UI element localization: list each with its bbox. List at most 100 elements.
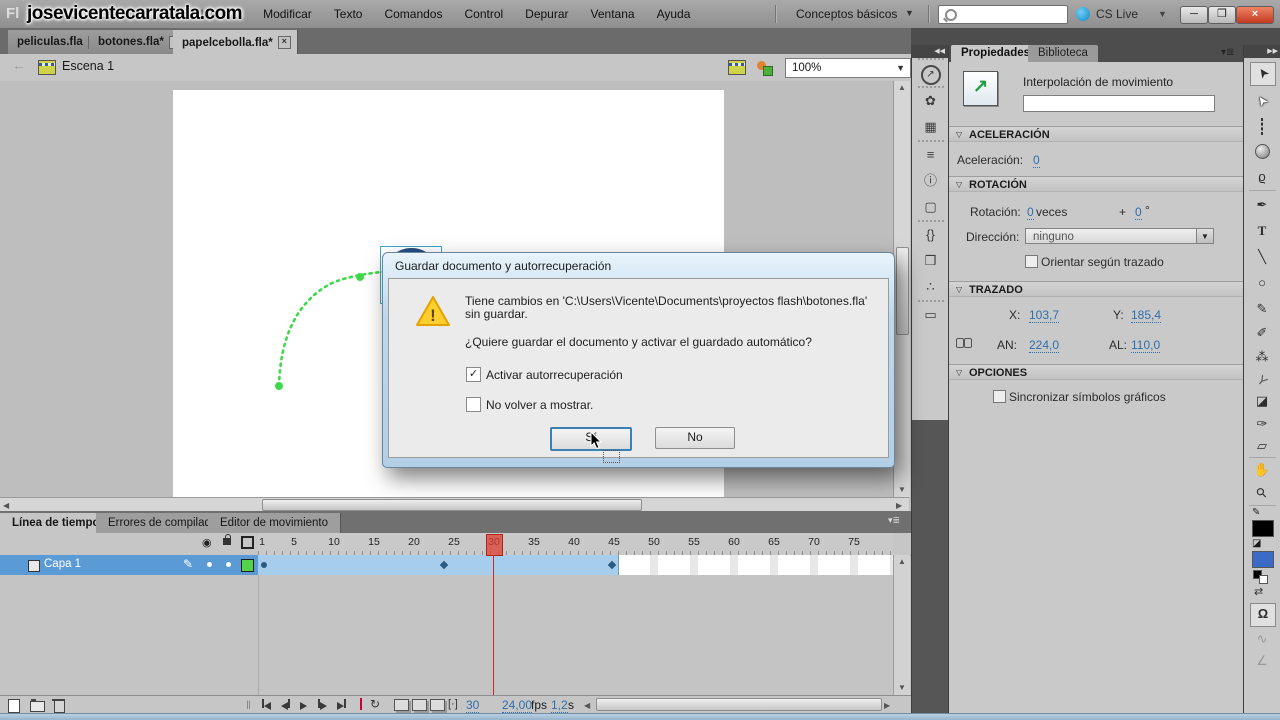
selection-tool[interactable]: ➤ <box>1250 62 1276 86</box>
project-panel-icon[interactable]: ▭ <box>912 302 949 328</box>
snap-to-objects-toggle[interactable]: Ω <box>1250 603 1276 627</box>
panel-menu-icon[interactable]: ▾≣ <box>1221 47 1234 58</box>
lock-column-icon[interactable] <box>223 538 231 545</box>
scroll-up-icon[interactable]: ▲ <box>894 83 910 92</box>
collapse-triangle-icon[interactable]: ▽ <box>956 127 962 143</box>
step-back-button[interactable] <box>281 699 290 713</box>
layer-visible-dot[interactable] <box>207 562 212 567</box>
onion-skin-button[interactable] <box>394 699 409 711</box>
color-panel-icon[interactable]: ✿ <box>912 88 949 114</box>
eyedropper-tool[interactable]: ✑ <box>1250 413 1274 435</box>
oval-tool[interactable]: ○ <box>1250 272 1274 294</box>
motion-tween-span[interactable] <box>258 555 619 575</box>
orientar-checkbox[interactable] <box>1025 255 1038 268</box>
workspace-switcher[interactable]: Conceptos básicos <box>796 0 897 28</box>
onion-outlines-button[interactable] <box>412 699 427 711</box>
paint-bucket-tool[interactable]: ◪ <box>1250 390 1274 412</box>
minimize-button[interactable]: ─ <box>1180 6 1208 24</box>
chevron-down-icon[interactable]: ▼ <box>1158 9 1167 19</box>
collapse-triangle-icon[interactable]: ▽ <box>956 282 962 298</box>
3d-rotation-tool[interactable] <box>1250 140 1274 162</box>
x-value[interactable]: 103,7 <box>1029 308 1060 323</box>
timeline-vertical-scrollbar[interactable]: ▲ ▼ <box>893 555 910 695</box>
swap-colors-button[interactable]: ⇄ <box>1254 585 1263 598</box>
layer-outline-color[interactable] <box>241 559 254 572</box>
line-tool[interactable]: ╲ <box>1250 246 1274 268</box>
menu-control[interactable]: Control <box>453 0 514 28</box>
spray-brush-tool[interactable]: ⁂ <box>1250 346 1274 368</box>
section-opciones[interactable]: ▽ OPCIONES <box>949 364 1244 380</box>
scroll-down-icon[interactable]: ▼ <box>894 683 910 692</box>
sincronizar-checkbox[interactable] <box>993 390 1006 403</box>
lasso-tool[interactable]: ϱ <box>1250 166 1274 188</box>
current-frame-value[interactable]: 30 <box>466 698 480 713</box>
section-trazado[interactable]: ▽ TRAZADO <box>949 281 1244 297</box>
free-transform-tool[interactable] <box>1250 116 1274 138</box>
play-button[interactable] <box>300 699 307 713</box>
scrollbar-thumb[interactable] <box>262 499 642 511</box>
brush-tool[interactable]: ✐ <box>1250 322 1274 344</box>
new-layer-button[interactable] <box>8 699 20 713</box>
text-tool[interactable]: T <box>1250 220 1274 242</box>
elapsed-time-value[interactable]: 1,2 <box>551 698 568 713</box>
height-value[interactable]: 110,0 <box>1131 338 1161 353</box>
keyframe-dot[interactable] <box>261 562 267 568</box>
aceleracion-value[interactable]: 0 <box>1033 153 1040 168</box>
go-last-frame-button[interactable] <box>337 699 346 713</box>
angle-value[interactable]: 0 <box>1135 205 1142 220</box>
go-first-frame-button[interactable] <box>262 699 271 713</box>
tab-papelcebolla[interactable]: papelcebolla.fla* × <box>173 30 298 55</box>
frame-rate-value[interactable]: 24,00 <box>502 698 533 713</box>
stage-horizontal-scrollbar[interactable]: ◀ ▶ <box>0 497 909 511</box>
back-arrow-icon[interactable]: ← <box>12 57 26 73</box>
menu-texto[interactable]: Texto <box>323 0 374 28</box>
swatches-panel-icon[interactable]: ▦ <box>912 114 949 140</box>
motion-editor-panel-icon[interactable]: ∴ <box>912 274 949 300</box>
stroke-color-swatch[interactable] <box>1252 520 1274 537</box>
no-button[interactable]: No <box>655 427 735 449</box>
playhead-marker[interactable] <box>486 534 503 556</box>
tab-biblioteca[interactable]: Biblioteca <box>1028 45 1098 62</box>
collapse-triangle-icon[interactable]: ▽ <box>956 365 962 381</box>
chevron-down-icon[interactable]: ▼ <box>905 8 914 18</box>
menu-ventana[interactable]: Ventana <box>580 0 646 28</box>
rotacion-value[interactable]: 0 <box>1027 205 1034 220</box>
eraser-tool[interactable]: ▱ <box>1250 435 1274 457</box>
layer-capa1[interactable]: Capa 1 ✎ <box>0 555 258 575</box>
instance-name-input[interactable] <box>1023 95 1215 112</box>
timeline-scrollbar-thumb[interactable] <box>596 698 882 711</box>
loop-button[interactable]: ↻ <box>370 697 380 711</box>
search-input[interactable] <box>938 5 1068 24</box>
direccion-dropdown[interactable]: ninguno <box>1025 228 1197 244</box>
components-panel-icon[interactable]: ❒ <box>912 248 949 274</box>
smooth-option[interactable]: ∿ <box>1250 628 1274 650</box>
width-value[interactable]: 224,0 <box>1029 338 1060 353</box>
timeline-empty-area[interactable] <box>0 575 894 695</box>
scroll-left-icon[interactable]: ◀ <box>584 701 590 710</box>
menu-ayuda[interactable]: Ayuda <box>646 0 702 28</box>
motion-presets-panel-icon[interactable]: ↗ <box>912 60 949 86</box>
tab-editor-movimiento[interactable]: Editor de movimiento <box>208 513 342 533</box>
pencil-tool[interactable]: ✎ <box>1250 298 1274 320</box>
layer-lock-dot[interactable] <box>226 562 231 567</box>
edit-multiple-frames-button[interactable] <box>430 699 445 711</box>
dropdown-arrow-icon[interactable]: ▼ <box>1197 228 1214 244</box>
menu-modificar[interactable]: Modificar <box>252 0 323 28</box>
y-value[interactable]: 185,4 <box>1131 308 1162 323</box>
edit-scene-button[interactable] <box>728 59 748 75</box>
new-folder-button[interactable] <box>30 701 45 712</box>
property-keyframe-icon[interactable] <box>607 560 617 570</box>
fill-color-swatch[interactable] <box>1252 551 1274 568</box>
collapse-tools-button[interactable]: ▶▶ <box>1244 45 1280 58</box>
pen-tool[interactable]: ✒ <box>1250 194 1274 216</box>
panel-menu-icon[interactable]: ▾≣ <box>888 515 900 526</box>
section-aceleracion[interactable]: ▽ ACELERACIÓN <box>949 126 1244 142</box>
transform-panel-icon[interactable]: ▢ <box>912 194 949 220</box>
scroll-left-icon[interactable]: ◀ <box>3 501 9 510</box>
tab-propiedades[interactable]: Propiedades <box>951 45 1041 62</box>
edit-symbols-button[interactable] <box>755 59 775 76</box>
align-panel-icon[interactable]: ≡ <box>912 142 949 168</box>
code-snippets-panel-icon[interactable]: {} <box>912 222 949 248</box>
menu-depurar[interactable]: Depurar <box>514 0 579 28</box>
scroll-up-icon[interactable]: ▲ <box>894 557 910 566</box>
